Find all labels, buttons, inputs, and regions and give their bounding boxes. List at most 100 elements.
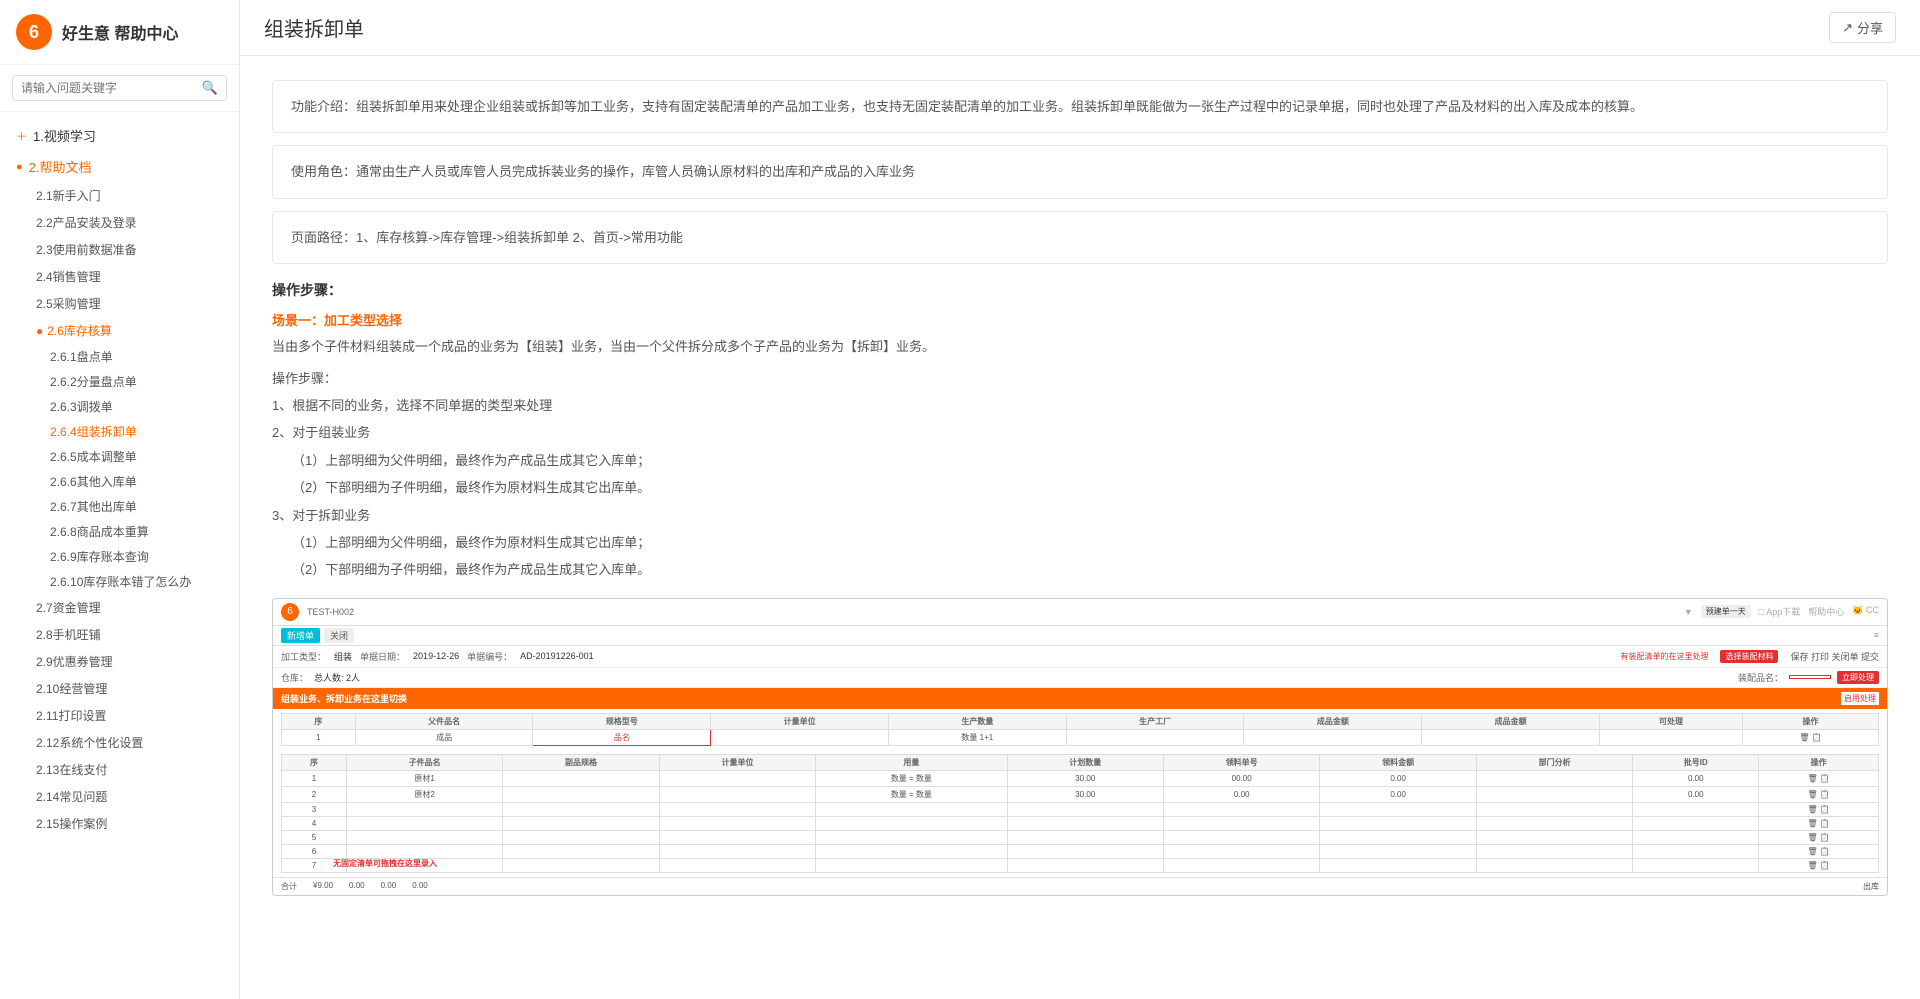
step-1: 1、根据不同的业务，选择不同单据的类型来处理	[272, 394, 1888, 417]
mock-lth-sub-unit: 计量单位	[659, 754, 815, 770]
sidebar-item-other-in[interactable]: 2.6.6其他入库单	[0, 469, 239, 494]
sidebar-item-coupon[interactable]: 2.9优惠券管理	[0, 648, 239, 675]
sidebar-item-ledger-fix[interactable]: 2.6.10库存账本错了怎么办	[0, 569, 239, 594]
mock-upper-table-area: 序 父件品名 规格型号 计量单位 生产数量 生产工厂 成品金额 成品金额 可处理…	[273, 709, 1887, 750]
sidebar-item-partial-stocktake[interactable]: 2.6.2分量盘点单	[0, 369, 239, 394]
steps-block: 操作步骤： 场景一：加工类型选择 当由多个子件材料组装成一个成品的业务为【组装】…	[272, 280, 1888, 582]
mock-upper-cell: 🗑 📋	[1743, 729, 1879, 745]
mock-lth-dept: 部门分析	[1476, 754, 1632, 770]
main-panel: 组装拆卸单 ↗ 分享 功能介绍：组装拆卸单用来处理企业组装或拆卸等加工业务，支持…	[240, 0, 1920, 999]
mock-app-nav: 新增单 关闭 ≡	[273, 626, 1887, 646]
sidebar-item-inventory[interactable]: ●2.6库存核算	[0, 317, 239, 344]
mock-lower-row-6: 6🗑 📋	[282, 844, 1879, 858]
mock-lower-table-area: 序 子件品名 副品规格 计量单位 用量 计划数量 领料单号 领料金额 部门分析 …	[273, 750, 1887, 877]
sidebar-item-finance[interactable]: 2.7资金管理	[0, 594, 239, 621]
mock-user-icon: 🐱 CC	[1852, 605, 1879, 618]
sidebar-item-ops[interactable]: 2.10经营管理	[0, 675, 239, 702]
mock-type-value: 组装	[334, 650, 352, 663]
breadcrumb-block: 页面路径：1、库存核算->库存管理->组装拆卸单 2、首页->常用功能	[272, 211, 1888, 264]
mock-footer-total: 合计	[281, 881, 297, 892]
mock-th-available: 可处理	[1599, 713, 1742, 729]
sidebar-item-other-out[interactable]: 2.6.7其他出库单	[0, 494, 239, 519]
sidebar-item-newbie[interactable]: 2.1新手入门	[0, 182, 239, 209]
mock-date-label: 单据日期：	[360, 650, 405, 663]
intro-text-1: 功能介绍：组装拆卸单用来处理企业组装或拆卸等加工业务，支持有固定装配清单的产品加…	[291, 99, 1643, 114]
mock-th-factory: 生产工厂	[1066, 713, 1244, 729]
sidebar-item-mobile[interactable]: 2.8手机旺铺	[0, 621, 239, 648]
mock-no-value: AD-20191226-001	[520, 651, 594, 661]
mock-footer-in: 0.00	[381, 881, 397, 892]
sidebar-item-stock-ledger[interactable]: 2.6.9库存账本查询	[0, 544, 239, 569]
sidebar-item-assembly[interactable]: 2.6.4组装拆卸单	[0, 419, 239, 444]
mock-th-op: 操作	[1743, 713, 1879, 729]
mock-nav-close: 关闭	[324, 628, 354, 643]
intro-block-2: 使用角色：通常由生产人员或库管人员完成拆装业务的操作，库管人员确认原材料的出库和…	[272, 145, 1888, 198]
mock-lth-qty: 用量	[816, 754, 1007, 770]
mock-logo: 6	[281, 603, 299, 621]
search-icon[interactable]: 🔍	[202, 80, 218, 96]
mock-upper-cell: 品名	[533, 729, 711, 745]
sidebar-item-purchase[interactable]: 2.5采购管理	[0, 290, 239, 317]
search-box[interactable]: 🔍	[12, 75, 227, 101]
search-area: 🔍	[0, 65, 239, 112]
logo-icon: 6	[16, 14, 52, 50]
mock-upper-table: 序 父件品名 规格型号 计量单位 生产数量 生产工厂 成品金额 成品金额 可处理…	[281, 713, 1879, 746]
sidebar-item-data-prep[interactable]: 2.3使用前数据准备	[0, 236, 239, 263]
sidebar-item-faq[interactable]: 2.14常见问题	[0, 783, 239, 810]
sidebar-item-print[interactable]: 2.11打印设置	[0, 702, 239, 729]
sidebar-item-online-pay[interactable]: 2.13在线支付	[0, 756, 239, 783]
mock-th-parent-name: 父件品名	[355, 713, 533, 729]
collapse-icon: ●	[16, 161, 23, 173]
mock-nav-new: 新增单	[281, 628, 320, 643]
sidebar-item-transfer[interactable]: 2.6.3调拨单	[0, 394, 239, 419]
mock-th-unit: 计量单位	[711, 713, 889, 729]
mock-lth-op: 操作	[1759, 754, 1879, 770]
logo-area: 6 好生意 帮助中心	[0, 0, 239, 65]
sidebar-item-customize[interactable]: 2.12系统个性化设置	[0, 729, 239, 756]
screenshot-container: 6 TEST-H002 ▼ 预建单一天 □ App下载 帮助中心 🐱 CC 新增…	[272, 598, 1888, 896]
mock-upper-cell: 成品	[355, 729, 533, 745]
mock-app-icon: □ App下载	[1759, 605, 1800, 618]
share-button[interactable]: ↗ 分享	[1829, 12, 1896, 43]
sidebar-item-sales[interactable]: 2.4销售管理	[0, 263, 239, 290]
mock-upper-cell: 数量 1+1	[888, 729, 1066, 745]
mock-type-switch-bar: 组装业务、拆卸业务在这里切换 启用处理	[273, 688, 1887, 709]
sidebar-item-stocktake[interactable]: 2.6.1盘点单	[0, 344, 239, 369]
annotation-bom: 有装配清单的在这里处理	[1620, 651, 1708, 662]
search-input[interactable]	[21, 81, 202, 95]
mock-bom-input[interactable]	[1789, 675, 1831, 679]
mock-form-bar: 加工类型： 组装 单据日期： 2019-12-26 单据编号： AD-20191…	[273, 646, 1887, 668]
mock-nav-prev: 预建单一天	[1701, 605, 1751, 618]
step-3-sub-1: （1）上部明细为父件明细，最终作为原材料生成其它出库单；	[292, 531, 1888, 554]
mock-warehouse-label: 仓库：	[281, 671, 308, 684]
steps-sub-label: 操作步骤：	[272, 367, 1888, 390]
sidebar-item-cost-recalc[interactable]: 2.6.8商品成本重算	[0, 519, 239, 544]
mock-url: TEST-H002	[307, 607, 1676, 617]
scene1-label: 场景一：加工类型选择	[272, 313, 402, 328]
mock-lth-batch: 批号ID	[1633, 754, 1759, 770]
mock-bom-btn[interactable]: 选择装配材料	[1720, 650, 1778, 663]
mock-lower-row-1: 1 原材1 数量 = 数量 30.00 00.00 0.00 0.00 �	[282, 770, 1879, 786]
mock-confirm-btn[interactable]: 立即处理	[1837, 671, 1879, 684]
mock-lower-table: 序 子件品名 副品规格 计量单位 用量 计划数量 领料单号 领料金额 部门分析 …	[281, 754, 1879, 873]
sidebar-item-videos[interactable]: ＋ 1.视频学习	[0, 120, 239, 151]
sidebar-item-help-docs[interactable]: ● 2.帮助文档	[0, 151, 239, 182]
mock-browser-bar: 6 TEST-H002 ▼ 预建单一天 □ App下载 帮助中心 🐱 CC	[273, 599, 1887, 626]
mock-footer-out: 0.00	[349, 881, 365, 892]
mock-bom-label: 装配品名：	[1738, 671, 1783, 684]
sidebar-item-install[interactable]: 2.2产品安装及登录	[0, 209, 239, 236]
share-label: 分享	[1857, 18, 1883, 37]
sidebar-item-cost-adjust[interactable]: 2.6.5成本调整单	[0, 444, 239, 469]
mock-no-label: 单据编号：	[467, 650, 512, 663]
share-icon: ↗	[1842, 20, 1853, 36]
mock-footer-ops: 出库	[1863, 881, 1879, 892]
mock-top-icons: □ App下载 帮助中心 🐱 CC	[1759, 605, 1879, 618]
mock-type-switch-label: 组装业务、拆卸业务在这里切换	[281, 692, 407, 705]
sidebar-item-cases[interactable]: 2.15操作案例	[0, 810, 239, 837]
mock-warehouse-count: 总人数: 2人	[314, 671, 360, 684]
mock-action-btns: 保存 打印 关闭单 提交	[1790, 650, 1879, 663]
mock-upper-cell	[1422, 729, 1600, 745]
mock-lower-row-2: 2 原材2 数量 = 数量 30.00 0.00 0.00 0.00 🗑	[282, 786, 1879, 802]
scene1-desc-text: 当由多个子件材料组装成一个成品的业务为【组装】业务，当由一个父件拆分成多个子产品…	[272, 339, 935, 354]
mock-type-label: 加工类型：	[281, 650, 326, 663]
